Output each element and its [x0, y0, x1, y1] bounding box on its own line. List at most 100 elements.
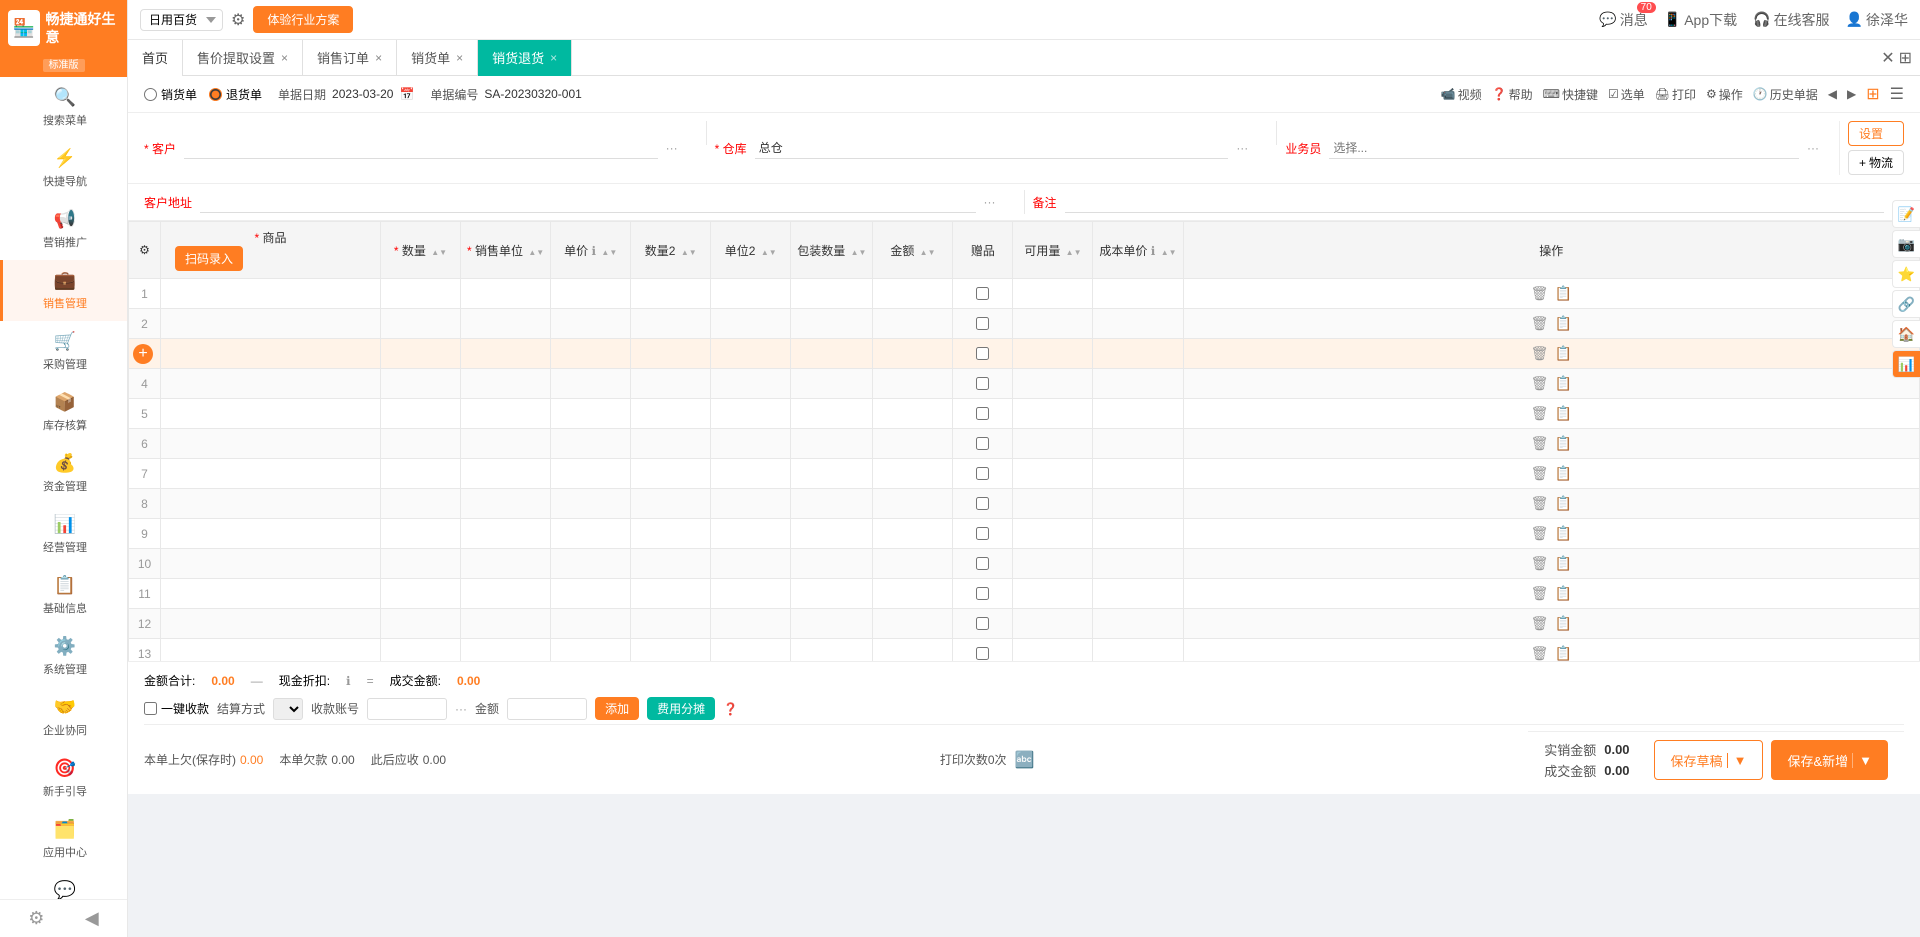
sidebar-item-purchase[interactable]: 🛒 采购管理: [0, 321, 127, 382]
row-product-2[interactable]: [161, 309, 381, 339]
tab-sales-delivery[interactable]: 销货单 ×: [397, 40, 478, 76]
row-sunit-1[interactable]: [461, 279, 551, 309]
warehouse-input[interactable]: [755, 138, 1229, 159]
row-avail-1[interactable]: [1013, 279, 1093, 309]
row-cost-1[interactable]: [1093, 279, 1183, 309]
sort-unit[interactable]: ▲▼: [528, 248, 544, 257]
row-amount-2[interactable]: [873, 309, 953, 339]
delete-icon-2[interactable]: 🗑: [1531, 315, 1549, 332]
row-avail-2[interactable]: [1013, 309, 1093, 339]
shortcut-btn[interactable]: ⌨ 快捷键: [1543, 86, 1598, 103]
operate-btn[interactable]: ⚙ 操作: [1706, 86, 1743, 103]
help-btn[interactable]: ❓ 帮助: [1492, 86, 1533, 103]
address-select-btn[interactable]: ···: [984, 195, 996, 209]
app-download-btn[interactable]: 📱 App下载: [1664, 10, 1737, 30]
row-qty2-2[interactable]: [631, 309, 711, 339]
row-price-1[interactable]: [551, 279, 631, 309]
row-packqty-2[interactable]: [791, 309, 873, 339]
copy-icon-5[interactable]: 📋: [1554, 405, 1571, 422]
topbar-gear-icon[interactable]: ⚙: [231, 10, 245, 30]
row-unit2-2[interactable]: [711, 309, 791, 339]
remark-input[interactable]: [1065, 192, 1884, 213]
row-product-1[interactable]: [161, 279, 381, 309]
row-qty-2[interactable]: [381, 309, 461, 339]
select-btn[interactable]: ☑ 选单: [1608, 86, 1645, 103]
split-help-icon[interactable]: ❓: [723, 702, 738, 716]
row-sunit-3[interactable]: [461, 339, 551, 369]
row-product-3[interactable]: [161, 339, 381, 369]
right-edge-link[interactable]: 🔗: [1892, 290, 1920, 318]
right-edge-photo[interactable]: 📷: [1892, 230, 1920, 258]
scan-btn[interactable]: 扫码录入: [175, 246, 243, 271]
salesperson-input[interactable]: [1329, 138, 1799, 159]
right-edge-note[interactable]: 📝: [1892, 200, 1920, 228]
sidebar-item-newbie[interactable]: 🎯 新手引导: [0, 748, 127, 809]
save-new-btn[interactable]: 保存&新增 ▼: [1771, 740, 1888, 780]
tab-close-price-setting[interactable]: ×: [281, 51, 288, 65]
row-qty2-1[interactable]: [631, 279, 711, 309]
tab-sales-order[interactable]: 销售订单 ×: [303, 40, 397, 76]
sidebar-item-search[interactable]: 🔍 搜索菜单: [0, 77, 127, 138]
sidebar-item-enterprise[interactable]: 🤝 企业协同: [0, 687, 127, 748]
tab-sales-return[interactable]: 销货退货 ×: [478, 40, 572, 76]
online-service-btn[interactable]: 🎧 在线客服: [1753, 10, 1829, 30]
copy-icon-2[interactable]: 📋: [1554, 315, 1571, 332]
delete-icon-4[interactable]: 🗑: [1531, 375, 1549, 392]
row-gift-3[interactable]: [953, 339, 1013, 369]
row-avail-3[interactable]: [1013, 339, 1093, 369]
amount-input[interactable]: [507, 698, 587, 720]
add-payment-btn[interactable]: 添加: [595, 697, 639, 720]
row-amount-1[interactable]: [873, 279, 953, 309]
customer-select-btn[interactable]: ···: [666, 141, 678, 155]
sort-available[interactable]: ▲▼: [1066, 248, 1082, 257]
copy-icon-1[interactable]: 📋: [1554, 285, 1571, 302]
right-edge-star[interactable]: ⭐: [1892, 260, 1920, 288]
sidebar-item-appstore[interactable]: 🗂️ 应用中心: [0, 809, 127, 870]
settlement-select[interactable]: [273, 698, 303, 720]
tab-price-setting[interactable]: 售价提取设置 ×: [183, 40, 303, 76]
delete-icon-5[interactable]: 🗑: [1531, 405, 1549, 422]
row-cost-3[interactable]: [1093, 339, 1183, 369]
customer-input[interactable]: [184, 138, 658, 159]
row-price-2[interactable]: [551, 309, 631, 339]
next-doc-icon[interactable]: ▶: [1847, 87, 1856, 101]
radio-sales-return[interactable]: 退货单: [209, 86, 262, 103]
address-input[interactable]: [200, 192, 975, 213]
sort-price[interactable]: ▲▼: [601, 248, 617, 257]
view-grid-icon[interactable]: ⊞: [1866, 84, 1879, 104]
row-unit2-3[interactable]: [711, 339, 791, 369]
right-edge-home[interactable]: 🏠: [1892, 320, 1920, 348]
delete-icon-1[interactable]: 🗑: [1531, 285, 1549, 302]
view-list-icon[interactable]: ☰: [1890, 84, 1904, 104]
chevron-down-icon[interactable]: ▼: [1727, 753, 1747, 768]
calendar-icon[interactable]: 📅: [399, 87, 414, 101]
row-gift-1[interactable]: [953, 279, 1013, 309]
chevron-down-icon-2[interactable]: ▼: [1852, 753, 1872, 768]
account-select-btn[interactable]: ···: [455, 702, 467, 716]
delete-icon-3[interactable]: 🗑: [1531, 345, 1549, 362]
account-input[interactable]: [367, 698, 447, 720]
sidebar-item-system[interactable]: ⚙️ 系统管理: [0, 626, 127, 687]
message-btn[interactable]: 💬 消息 70: [1599, 10, 1647, 30]
salesperson-select-btn[interactable]: ···: [1807, 141, 1819, 155]
collapse-icon[interactable]: ◀: [85, 908, 99, 929]
history-btn[interactable]: 🕐 历史单据: [1753, 86, 1818, 103]
copy-icon-3[interactable]: 📋: [1554, 345, 1571, 362]
add-row-cell[interactable]: +: [129, 339, 161, 369]
print-btn[interactable]: 🖨 打印: [1655, 86, 1696, 103]
radio-sales-delivery[interactable]: 销货单: [144, 86, 197, 103]
sidebar-item-inventory[interactable]: 📦 库存核算: [0, 382, 127, 443]
sidebar-item-finance[interactable]: 💰 资金管理: [0, 443, 127, 504]
industry-select[interactable]: 日用百货: [140, 9, 223, 31]
user-btn[interactable]: 👤 徐泽华: [1846, 10, 1908, 30]
prev-doc-icon[interactable]: ◀: [1828, 87, 1837, 101]
row-sunit-2[interactable]: [461, 309, 551, 339]
tab-close-sales-order[interactable]: ×: [375, 51, 382, 65]
sidebar-item-wechat[interactable]: 💬 企业微信: [0, 870, 127, 899]
row-price-3[interactable]: [551, 339, 631, 369]
tab-maximize-icon[interactable]: ⊞: [1899, 48, 1912, 68]
tab-home[interactable]: 首页: [128, 40, 183, 76]
sort-amount[interactable]: ▲▼: [920, 248, 936, 257]
split-btn[interactable]: 费用分摊: [647, 697, 715, 720]
add-row-btn[interactable]: +: [133, 344, 153, 364]
